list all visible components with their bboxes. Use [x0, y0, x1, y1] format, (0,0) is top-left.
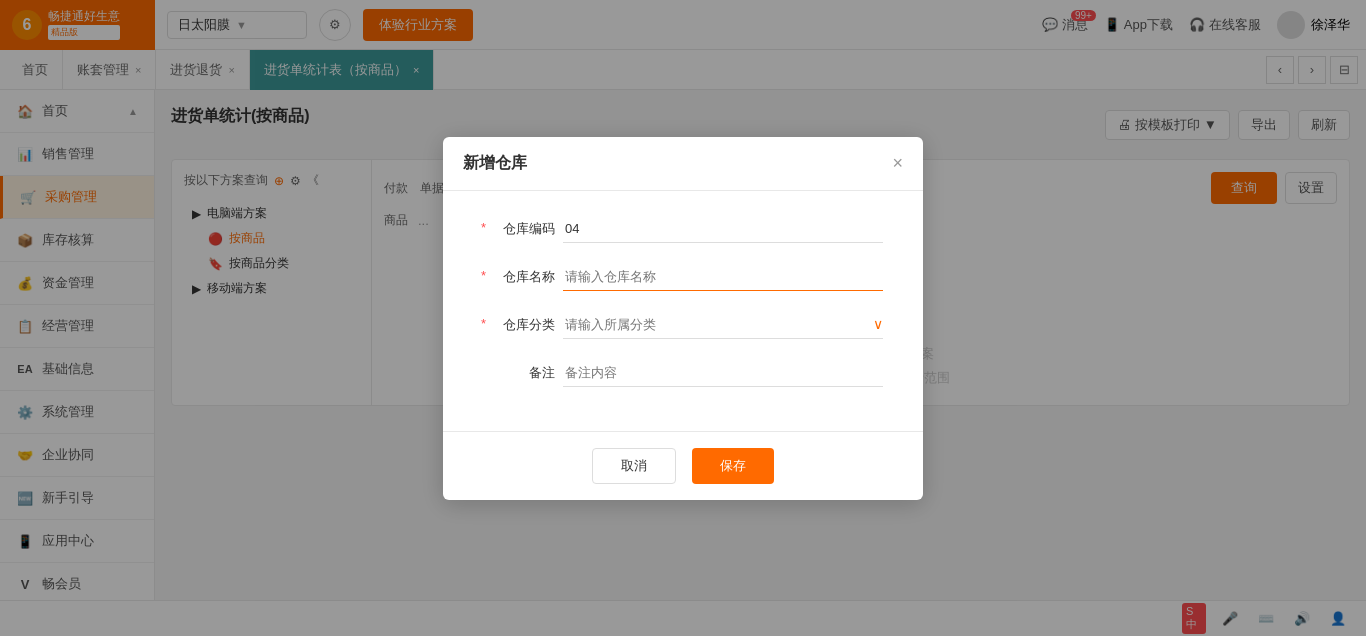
- form-row-remark: 备注: [483, 359, 883, 387]
- remark-label: 备注: [483, 364, 563, 382]
- modal-close-button[interactable]: ×: [892, 153, 903, 174]
- modal-footer: 取消 保存: [443, 431, 923, 500]
- cancel-button[interactable]: 取消: [592, 448, 676, 484]
- modal-title: 新增仓库: [463, 153, 527, 174]
- new-warehouse-modal: 新增仓库 × 仓库编码 仓库名称 仓库分类 ∨: [443, 137, 923, 500]
- form-row-name: 仓库名称: [483, 263, 883, 291]
- modal-body: 仓库编码 仓库名称 仓库分类 ∨ 备注: [443, 191, 923, 431]
- save-button[interactable]: 保存: [692, 448, 774, 484]
- name-label: 仓库名称: [483, 268, 563, 286]
- form-row-category: 仓库分类 ∨: [483, 311, 883, 339]
- category-select-wrapper: ∨: [563, 311, 883, 339]
- modal-header: 新增仓库 ×: [443, 137, 923, 191]
- code-label: 仓库编码: [483, 220, 563, 238]
- modal-overlay: 新增仓库 × 仓库编码 仓库名称 仓库分类 ∨: [0, 0, 1366, 636]
- category-label: 仓库分类: [483, 316, 563, 334]
- category-dropdown-icon[interactable]: ∨: [873, 316, 883, 332]
- code-input[interactable]: [563, 215, 883, 243]
- remark-input[interactable]: [563, 359, 883, 387]
- category-input[interactable]: [563, 311, 873, 338]
- form-row-code: 仓库编码: [483, 215, 883, 243]
- name-input[interactable]: [563, 263, 883, 291]
